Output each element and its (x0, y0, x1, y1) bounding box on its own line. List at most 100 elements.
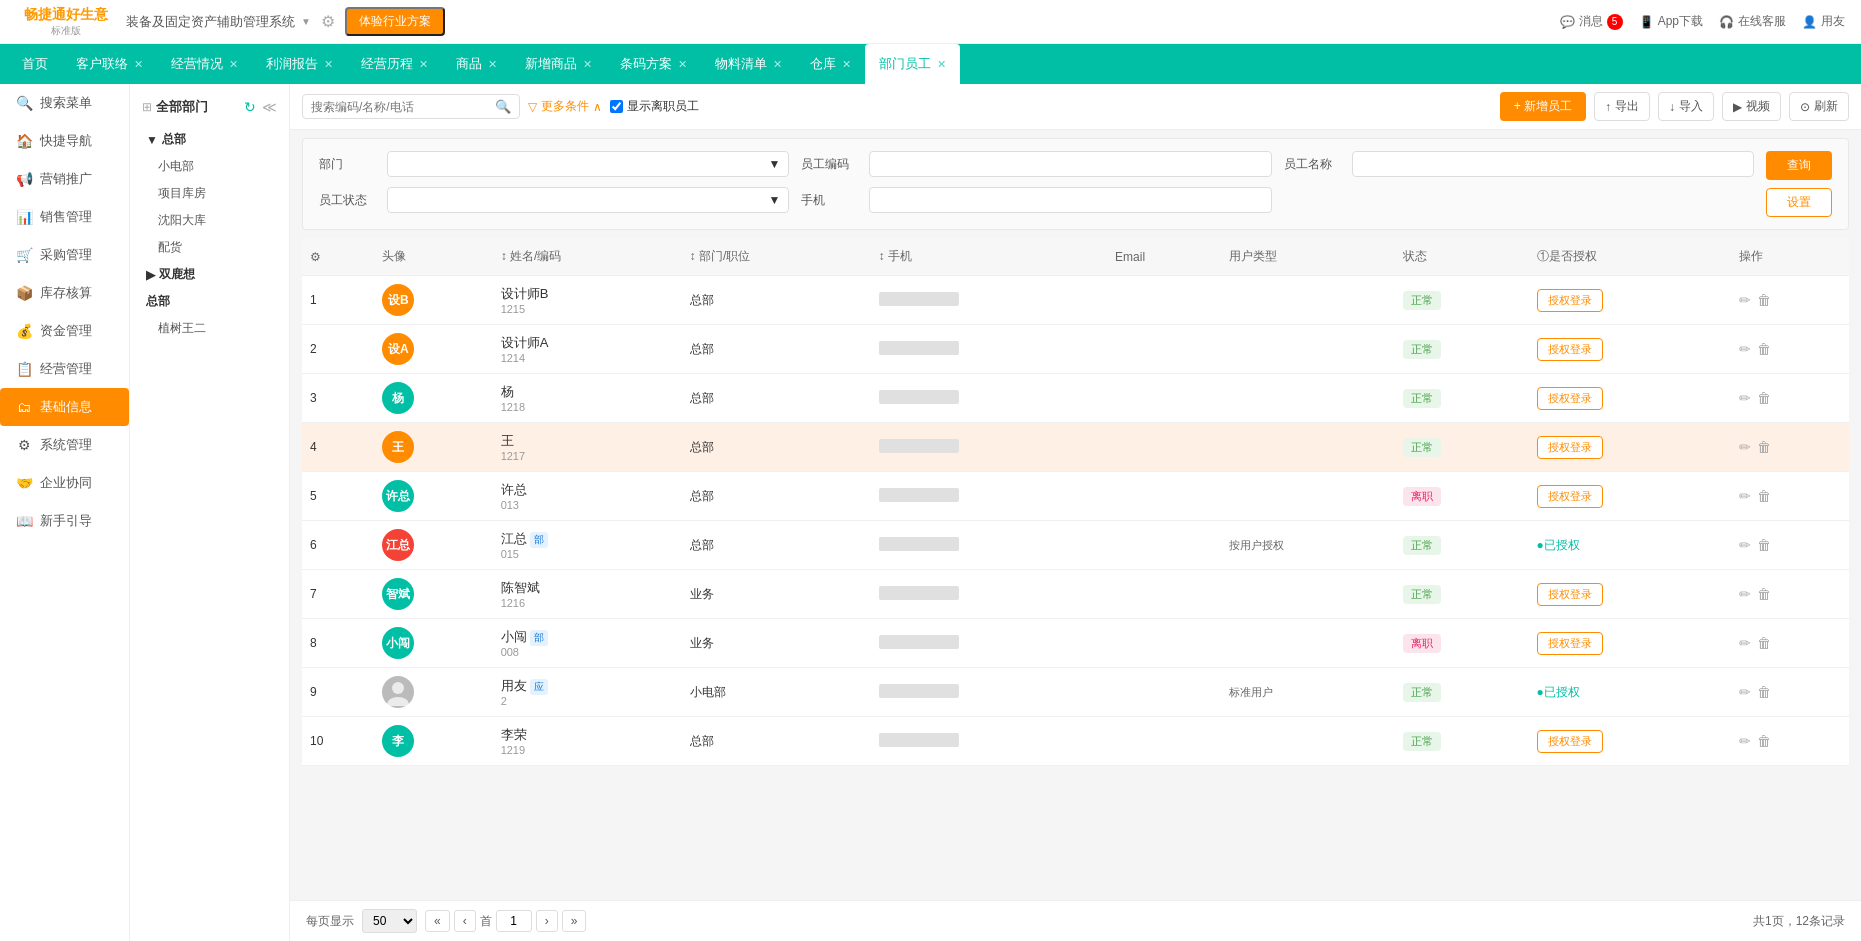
tab-close-icon[interactable]: ✕ (488, 58, 497, 71)
prev-page-btn[interactable]: ‹ (454, 910, 476, 932)
delete-icon[interactable]: 🗑 (1757, 586, 1771, 602)
search-btn[interactable]: 查询 (1766, 151, 1832, 180)
sidebar-coop[interactable]: 🤝 企业协同 (0, 464, 129, 502)
app-download-btn[interactable]: 📱 App下载 (1639, 13, 1703, 30)
sidebar-basic-info[interactable]: 🗂 基础信息 (0, 388, 129, 426)
dept-item-zongbu[interactable]: 总部 (138, 288, 281, 315)
edit-icon[interactable]: ✏ (1739, 635, 1751, 651)
tab-process[interactable]: 经营历程 ✕ (347, 44, 442, 84)
col-settings[interactable]: ⚙ (302, 238, 374, 276)
per-page-select[interactable]: 50 100 (362, 909, 417, 933)
message-btn[interactable]: 💬 消息 5 (1560, 13, 1623, 30)
filter-dept-select[interactable]: ▼ (387, 151, 789, 177)
col-phone[interactable]: ↕ 手机 (871, 238, 1108, 276)
auth-btn[interactable]: 授权登录 (1537, 387, 1603, 410)
delete-icon[interactable]: 🗑 (1757, 733, 1771, 749)
auth-btn[interactable]: 授权登录 (1537, 338, 1603, 361)
tab-department[interactable]: 部门员工 ✕ (865, 44, 960, 84)
auth-btn[interactable]: 授权登录 (1537, 730, 1603, 753)
tab-close-icon[interactable]: ✕ (937, 58, 946, 71)
edit-icon[interactable]: ✏ (1739, 390, 1751, 406)
show-dimission-checkbox[interactable]: 显示离职员工 (610, 98, 699, 115)
collapse-dept-icon[interactable]: ≪ (262, 99, 277, 115)
settings-icon[interactable]: ⚙ (321, 12, 335, 31)
delete-icon[interactable]: 🗑 (1757, 537, 1771, 553)
delete-icon[interactable]: 🗑 (1757, 635, 1771, 651)
add-employee-btn[interactable]: + 新增员工 (1500, 92, 1586, 121)
tab-operation[interactable]: 经营情况 ✕ (157, 44, 252, 84)
search-box[interactable]: 🔍 (302, 94, 520, 119)
edit-icon[interactable]: ✏ (1739, 684, 1751, 700)
tab-goods[interactable]: 商品 ✕ (442, 44, 511, 84)
col-dept[interactable]: ↕ 部门/职位 (682, 238, 871, 276)
sidebar-system[interactable]: ⚙ 系统管理 (0, 426, 129, 464)
sidebar-management[interactable]: 📋 经营管理 (0, 350, 129, 388)
tab-close-icon[interactable]: ✕ (678, 58, 687, 71)
print-btn[interactable]: ⊙ 刷新 (1789, 92, 1849, 121)
sidebar-finance[interactable]: 💰 资金管理 (0, 312, 129, 350)
tab-home[interactable]: 首页 (8, 44, 62, 84)
delete-icon[interactable]: 🗑 (1757, 488, 1771, 504)
online-service-btn[interactable]: 🎧 在线客服 (1719, 13, 1786, 30)
sidebar-purchase[interactable]: 🛒 采购管理 (0, 236, 129, 274)
dept-item-shuanglu[interactable]: ▶ 双鹿想 (138, 261, 281, 288)
tab-new-goods[interactable]: 新增商品 ✕ (511, 44, 606, 84)
edit-icon[interactable]: ✏ (1739, 341, 1751, 357)
refresh-dept-icon[interactable]: ↻ (244, 99, 256, 115)
dept-item-peihuo[interactable]: 配货 (138, 234, 281, 261)
auth-btn[interactable]: 授权登录 (1537, 632, 1603, 655)
dept-item-project[interactable]: 项目库房 (138, 180, 281, 207)
import-btn[interactable]: ↓ 导入 (1658, 92, 1714, 121)
edit-icon[interactable]: ✏ (1739, 488, 1751, 504)
filter-empcode-input[interactable] (869, 151, 1271, 177)
sidebar-fast-nav[interactable]: 🏠 快捷导航 (0, 122, 129, 160)
system-title[interactable]: 装备及固定资产辅助管理系统 ▼ ⚙ (126, 12, 335, 31)
auth-btn[interactable]: 授权登录 (1537, 436, 1603, 459)
delete-icon[interactable]: 🗑 (1757, 390, 1771, 406)
tab-close-icon[interactable]: ✕ (419, 58, 428, 71)
delete-icon[interactable]: 🗑 (1757, 341, 1771, 357)
first-page-btn[interactable]: « (425, 910, 450, 932)
edit-icon[interactable]: ✏ (1739, 733, 1751, 749)
trial-btn[interactable]: 体验行业方案 (345, 7, 445, 36)
edit-icon[interactable]: ✏ (1739, 586, 1751, 602)
edit-icon[interactable]: ✏ (1739, 292, 1751, 308)
tab-close-icon[interactable]: ✕ (842, 58, 851, 71)
sidebar-guide[interactable]: 📖 新手引导 (0, 502, 129, 540)
edit-icon[interactable]: ✏ (1739, 537, 1751, 553)
delete-icon[interactable]: 🗑 (1757, 439, 1771, 455)
set-btn[interactable]: 设置 (1766, 188, 1832, 217)
dept-item-root[interactable]: ▼ 总部 (138, 126, 281, 153)
edit-icon[interactable]: ✏ (1739, 439, 1751, 455)
dept-item-zhishu[interactable]: 植树王二 (138, 315, 281, 342)
tab-close-icon[interactable]: ✕ (229, 58, 238, 71)
next-page-btn[interactable]: › (536, 910, 558, 932)
auth-btn[interactable]: 授权登录 (1537, 485, 1603, 508)
view-btn[interactable]: ▶ 视频 (1722, 92, 1781, 121)
sidebar-sales[interactable]: 📊 销售管理 (0, 198, 129, 236)
filter-status-select[interactable]: ▼ (387, 187, 789, 213)
sidebar-search[interactable]: 🔍 搜索菜单 (0, 84, 129, 122)
tab-close-icon[interactable]: ✕ (134, 58, 143, 71)
dimission-checkbox-input[interactable] (610, 100, 623, 113)
delete-icon[interactable]: 🗑 (1757, 684, 1771, 700)
dept-item-xiaodian[interactable]: 小电部 (138, 153, 281, 180)
tab-close-icon[interactable]: ✕ (324, 58, 333, 71)
sidebar-inventory[interactable]: 📦 库存核算 (0, 274, 129, 312)
auth-btn[interactable]: 授权登录 (1537, 289, 1603, 312)
export-btn[interactable]: ↑ 导出 (1594, 92, 1650, 121)
tab-bom[interactable]: 物料清单 ✕ (701, 44, 796, 84)
page-input[interactable] (496, 910, 532, 932)
filter-phone-input[interactable] (869, 187, 1271, 213)
last-page-btn[interactable]: » (562, 910, 587, 932)
filter-empname-input[interactable] (1352, 151, 1754, 177)
tab-barcode[interactable]: 条码方案 ✕ (606, 44, 701, 84)
tab-customer[interactable]: 客户联络 ✕ (62, 44, 157, 84)
more-filters-btn[interactable]: ▽ 更多条件 ∧ (528, 98, 602, 115)
search-input[interactable] (311, 100, 491, 114)
tab-close-icon[interactable]: ✕ (773, 58, 782, 71)
col-name[interactable]: ↕ 姓名/编码 (493, 238, 682, 276)
sidebar-marketing[interactable]: 📢 营销推广 (0, 160, 129, 198)
tab-warehouse[interactable]: 仓库 ✕ (796, 44, 865, 84)
tab-profit[interactable]: 利润报告 ✕ (252, 44, 347, 84)
